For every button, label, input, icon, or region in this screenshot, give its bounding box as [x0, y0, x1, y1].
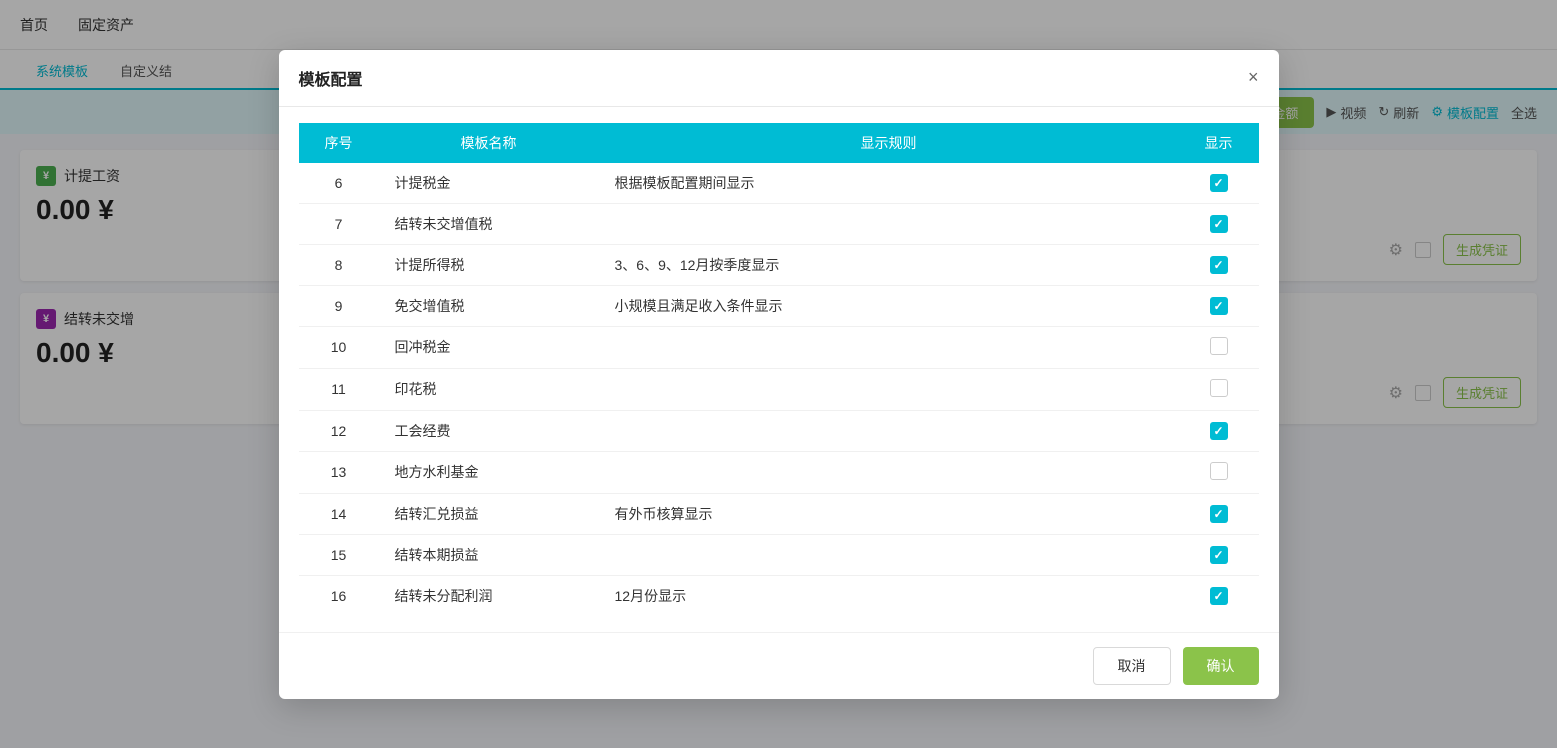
- cell-rule: 3、6、9、12月按季度显示: [599, 244, 1179, 285]
- cell-rule: [599, 534, 1179, 575]
- cell-seq: 13: [299, 451, 379, 493]
- cell-name: 结转本期损益: [379, 534, 599, 575]
- cell-name: 工会经费: [379, 410, 599, 451]
- table-row: 13地方水利基金: [299, 451, 1259, 493]
- cell-seq: 10: [299, 326, 379, 368]
- cell-name: 结转未分配利润: [379, 575, 599, 616]
- cell-rule: [599, 368, 1179, 410]
- table-row: 16结转未分配利润12月份显示: [299, 575, 1259, 616]
- cell-checkbox: [1179, 244, 1259, 285]
- checkbox-checked[interactable]: [1210, 422, 1228, 440]
- cell-seq: 7: [299, 203, 379, 244]
- cell-checkbox: [1179, 368, 1259, 410]
- table-row: 10回冲税金: [299, 326, 1259, 368]
- cell-name: 地方水利基金: [379, 451, 599, 493]
- cell-seq: 6: [299, 163, 379, 204]
- cell-seq: 9: [299, 285, 379, 326]
- checkbox-checked[interactable]: [1210, 546, 1228, 564]
- cell-seq: 16: [299, 575, 379, 616]
- cell-checkbox: [1179, 451, 1259, 493]
- checkbox-unchecked[interactable]: [1210, 337, 1228, 355]
- checkbox-checked[interactable]: [1210, 256, 1228, 274]
- cell-rule: 12月份显示: [599, 575, 1179, 616]
- cell-seq: 12: [299, 410, 379, 451]
- dialog-body: 序号 模板名称 显示规则 显示 6计提税金根据模板配置期间显示7结转未交增值税8…: [279, 107, 1279, 632]
- confirm-button[interactable]: 确认: [1183, 647, 1259, 685]
- template-config-dialog: 模板配置 × 序号 模板名称 显示规则 显示 6计提税金根据模板配置期间显示7结…: [279, 50, 1279, 699]
- col-header-seq: 序号: [299, 123, 379, 163]
- table-row: 14结转汇兑损益有外币核算显示: [299, 493, 1259, 534]
- cell-rule: 小规模且满足收入条件显示: [599, 285, 1179, 326]
- cell-rule: 根据模板配置期间显示: [599, 163, 1179, 204]
- cell-checkbox: [1179, 285, 1259, 326]
- checkbox-checked[interactable]: [1210, 297, 1228, 315]
- cell-checkbox: [1179, 410, 1259, 451]
- checkbox-unchecked[interactable]: [1210, 379, 1228, 397]
- checkbox-checked[interactable]: [1210, 215, 1228, 233]
- table-scroll-container[interactable]: 序号 模板名称 显示规则 显示 6计提税金根据模板配置期间显示7结转未交增值税8…: [299, 123, 1259, 616]
- cell-checkbox: [1179, 534, 1259, 575]
- checkbox-unchecked[interactable]: [1210, 462, 1228, 480]
- cell-name: 印花税: [379, 368, 599, 410]
- cancel-button[interactable]: 取消: [1093, 647, 1171, 685]
- cell-checkbox: [1179, 203, 1259, 244]
- cell-rule: [599, 451, 1179, 493]
- table-row: 6计提税金根据模板配置期间显示: [299, 163, 1259, 204]
- dialog-footer: 取消 确认: [279, 632, 1279, 699]
- config-table: 序号 模板名称 显示规则 显示 6计提税金根据模板配置期间显示7结转未交增值税8…: [299, 123, 1259, 616]
- table-row: 9免交增值税小规模且满足收入条件显示: [299, 285, 1259, 326]
- dialog-close-button[interactable]: ×: [1248, 67, 1259, 88]
- col-header-rule: 显示规则: [599, 123, 1179, 163]
- table-row: 15结转本期损益: [299, 534, 1259, 575]
- cell-seq: 14: [299, 493, 379, 534]
- checkbox-checked[interactable]: [1210, 587, 1228, 605]
- table-row: 8计提所得税3、6、9、12月按季度显示: [299, 244, 1259, 285]
- cell-rule: [599, 326, 1179, 368]
- cell-name: 计提税金: [379, 163, 599, 204]
- cell-seq: 8: [299, 244, 379, 285]
- cell-name: 结转汇兑损益: [379, 493, 599, 534]
- cell-seq: 15: [299, 534, 379, 575]
- cell-rule: 有外币核算显示: [599, 493, 1179, 534]
- cell-checkbox: [1179, 575, 1259, 616]
- cell-checkbox: [1179, 493, 1259, 534]
- cell-name: 结转未交增值税: [379, 203, 599, 244]
- cell-name: 回冲税金: [379, 326, 599, 368]
- table-row: 12工会经费: [299, 410, 1259, 451]
- cell-rule: [599, 410, 1179, 451]
- checkbox-checked[interactable]: [1210, 174, 1228, 192]
- cell-checkbox: [1179, 163, 1259, 204]
- cell-rule: [599, 203, 1179, 244]
- cell-checkbox: [1179, 326, 1259, 368]
- col-header-name: 模板名称: [379, 123, 599, 163]
- table-row: 11印花税: [299, 368, 1259, 410]
- cell-name: 计提所得税: [379, 244, 599, 285]
- cell-seq: 11: [299, 368, 379, 410]
- dialog-header: 模板配置 ×: [279, 50, 1279, 107]
- modal-overlay: 模板配置 × 序号 模板名称 显示规则 显示 6计提税金根据模板配置期间显示7结…: [0, 0, 1557, 748]
- cell-name: 免交增值税: [379, 285, 599, 326]
- col-header-show: 显示: [1179, 123, 1259, 163]
- table-row: 7结转未交增值税: [299, 203, 1259, 244]
- dialog-title: 模板配置: [299, 66, 363, 90]
- checkbox-checked[interactable]: [1210, 505, 1228, 523]
